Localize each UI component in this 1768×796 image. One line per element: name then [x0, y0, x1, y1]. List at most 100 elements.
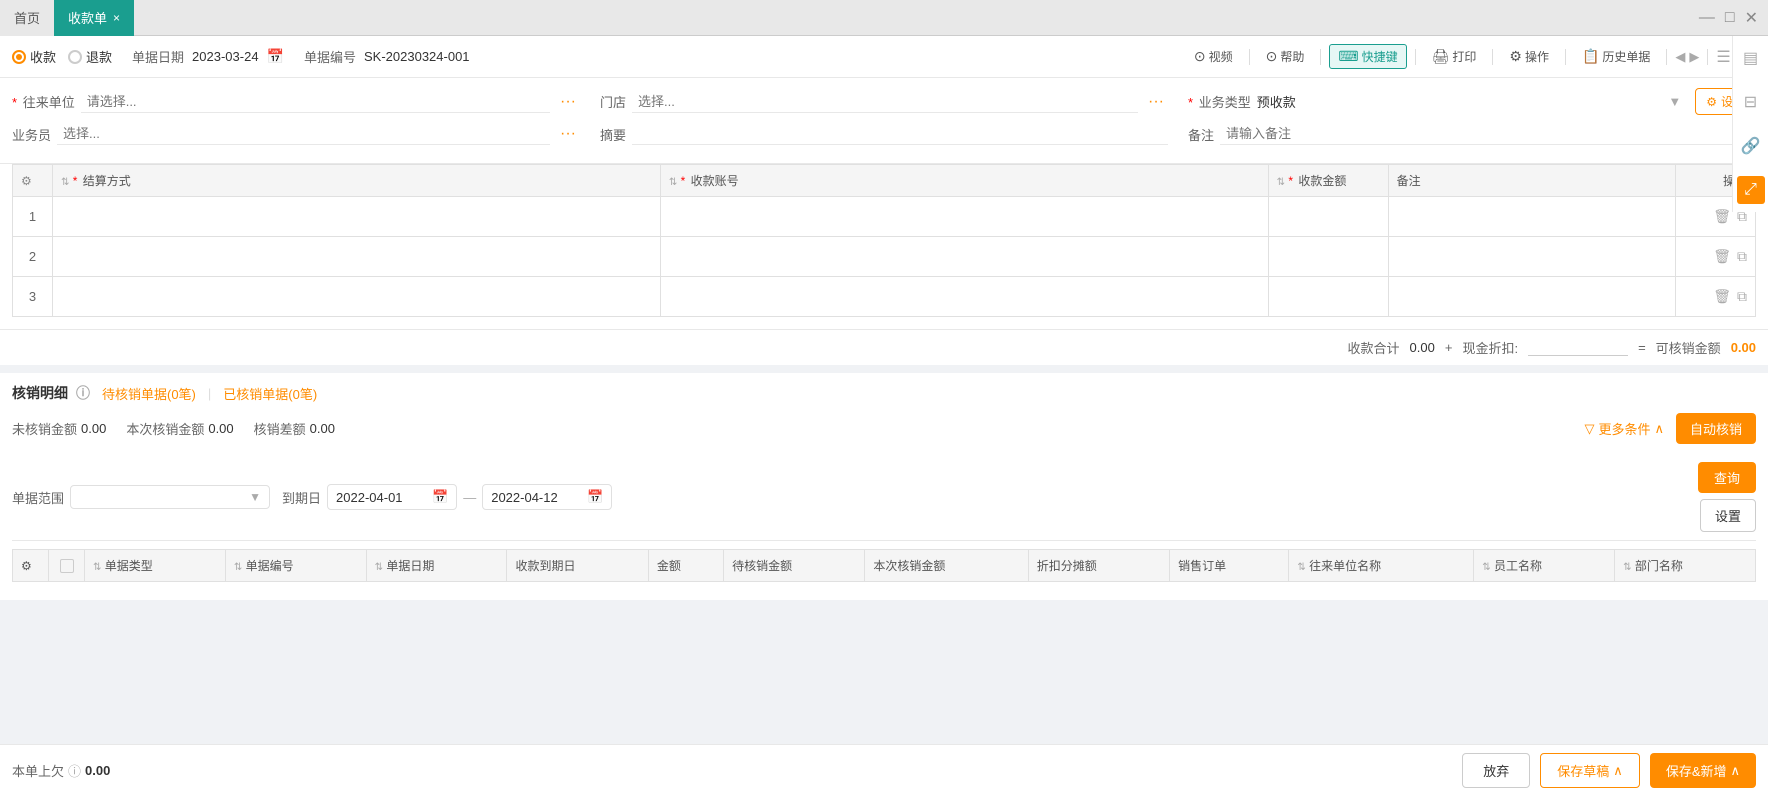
radio-receive[interactable]: 收款 — [12, 47, 56, 66]
btn-print[interactable]: 🖨 打印 — [1424, 45, 1485, 68]
summary-input[interactable] — [632, 123, 1168, 145]
doc-number-value: SK-20230324-001 — [364, 49, 470, 64]
cell-amount-2[interactable] — [1268, 237, 1388, 277]
info-icon[interactable]: ⓘ — [76, 383, 90, 403]
doc-range-select[interactable]: ▼ — [70, 485, 270, 509]
row-num-1: 1 — [13, 197, 53, 237]
save-new-button[interactable]: 保存&新增 ∧ — [1650, 753, 1756, 788]
copy-icon-3[interactable]: ⧉ — [1737, 288, 1747, 305]
stat-current: 本次核销金额 0.00 — [126, 419, 233, 438]
discount-input[interactable] — [1528, 340, 1628, 356]
btn-print-label: 打印 — [1452, 48, 1476, 65]
filter-actions: ▽ 更多条件 ∧ 自动核销 — [1584, 413, 1756, 444]
btn-history[interactable]: 📋 历史单据 — [1574, 45, 1658, 68]
cell-account-2[interactable] — [660, 237, 1268, 277]
data-table: ⚙ ⇅ * 结算方式 ⇅ * 收款账号 ⇅ * 收款 — [12, 164, 1756, 317]
minimize-icon[interactable]: — — [1699, 9, 1715, 27]
stat-unverified: 未核销金额 0.00 — [12, 419, 106, 438]
list-view-icon[interactable]: ☰ — [1716, 47, 1730, 67]
business-type-chevron[interactable]: ▼ — [1668, 94, 1681, 109]
delete-icon-2[interactable]: 🗑 — [1713, 248, 1731, 265]
remark-input[interactable] — [1220, 123, 1756, 145]
store-field: 门店 ··· — [600, 91, 1168, 113]
doc-number-info: 单据编号 SK-20230324-001 — [304, 47, 470, 66]
tab-active[interactable]: 收款单 × — [54, 0, 134, 36]
date-from-wrap: 📅 — [327, 484, 457, 510]
doc-range-field: 单据范围 ▼ — [12, 485, 270, 509]
help-icon: ⊙ — [1266, 48, 1278, 65]
cell-settlement-2[interactable] — [53, 237, 661, 277]
btn-operation[interactable]: ⚙ 操作 — [1501, 45, 1557, 68]
unverified-value: 0.00 — [81, 421, 106, 436]
tab-home[interactable]: 首页 — [0, 0, 54, 36]
cell-remark-2[interactable] — [1388, 237, 1675, 277]
store-input[interactable] — [632, 91, 1138, 113]
maximize-icon[interactable]: □ — [1725, 9, 1735, 27]
auto-verify-button[interactable]: 自动核销 — [1676, 413, 1756, 444]
date-to-input[interactable] — [491, 490, 581, 505]
remark-field: 备注 — [1188, 123, 1756, 145]
btn-video[interactable]: ⊙ 视频 — [1186, 45, 1241, 68]
tab-home-label: 首页 — [14, 8, 40, 27]
btn-history-label: 历史单据 — [1602, 48, 1650, 65]
query-button[interactable]: 查询 — [1698, 462, 1756, 493]
sidebar-doc-icon[interactable]: ⊟ — [1740, 88, 1761, 116]
cell-amount-3[interactable] — [1268, 277, 1388, 317]
tab-done[interactable]: 已核销单据(0笔) — [223, 384, 317, 403]
settings-button[interactable]: 设置 — [1700, 499, 1756, 532]
counterpart-field: * 往来单位 ··· — [12, 91, 580, 113]
copy-icon-2[interactable]: ⧉ — [1737, 248, 1747, 265]
cell-account-1[interactable] — [660, 197, 1268, 237]
radio-return[interactable]: 退款 — [68, 47, 112, 66]
sidebar-expand-icon[interactable]: ⤢ — [1737, 176, 1765, 204]
select-all-checkbox[interactable] — [60, 559, 74, 573]
more-conditions-btn[interactable]: ▽ 更多条件 ∧ — [1584, 419, 1664, 438]
table-settings-icon[interactable]: ⚙ — [21, 174, 32, 188]
delete-icon-3[interactable]: 🗑 — [1713, 288, 1731, 305]
abandon-button[interactable]: 放弃 — [1462, 753, 1530, 788]
calendar-from-icon[interactable]: 📅 — [432, 489, 448, 505]
counterpart-input[interactable] — [81, 91, 550, 113]
staff-input[interactable] — [57, 123, 550, 145]
divider3 — [1415, 49, 1416, 65]
payment-type-radio: 收款 退款 — [12, 47, 112, 66]
next-icon[interactable]: ▶ — [1689, 49, 1699, 65]
tab-close-icon[interactable]: × — [113, 11, 120, 25]
tab-active-label: 收款单 — [68, 8, 107, 27]
verify-settings-icon[interactable]: ⚙ — [21, 559, 32, 573]
toolbar-actions: ⊙ 视频 ⊙ 帮助 ⌨ 快捷键 🖨 打印 ⚙ 操作 — [1186, 44, 1756, 69]
form-row-1: * 往来单位 ··· 门店 ··· * 业务类型 预收款 ▼ — [12, 88, 1756, 115]
window-controls: — □ ✕ — [1699, 8, 1768, 28]
cell-settlement-1[interactable] — [53, 197, 661, 237]
cell-amount-1[interactable] — [1268, 197, 1388, 237]
cell-remark-3[interactable] — [1388, 277, 1675, 317]
date-from-input[interactable] — [336, 490, 426, 505]
sidebar-link-icon[interactable]: 🔗 — [1737, 132, 1765, 160]
btn-shortcut[interactable]: ⌨ 快捷键 — [1329, 44, 1406, 69]
staff-more-btn[interactable]: ··· — [556, 125, 580, 143]
btn-help[interactable]: ⊙ 帮助 — [1258, 45, 1313, 68]
close-icon[interactable]: ✕ — [1745, 8, 1758, 28]
plus-sign: + — [1445, 340, 1453, 355]
cell-account-3[interactable] — [660, 277, 1268, 317]
verification-header: 核销明细 ⓘ 待核销单据(0笔) | 已核销单据(0笔) — [12, 383, 1756, 403]
sidebar-table-icon[interactable]: ▤ — [1739, 44, 1762, 72]
delete-icon-1[interactable]: 🗑 — [1713, 208, 1731, 225]
calendar-to-icon[interactable]: 📅 — [587, 489, 603, 505]
save-draft-button[interactable]: 保存草稿 ∧ — [1540, 753, 1640, 788]
shortcut-icon: ⌨ — [1338, 48, 1358, 65]
cell-settlement-3[interactable] — [53, 277, 661, 317]
diff-label: 核销差额 — [254, 419, 306, 438]
calendar-icon[interactable]: 📅 — [267, 48, 284, 65]
counterpart-more-btn[interactable]: ··· — [556, 93, 580, 111]
business-type-value: 预收款 — [1257, 92, 1663, 111]
form-row-2: 业务员 ··· 摘要 备注 — [12, 123, 1756, 145]
prev-icon[interactable]: ◀ — [1675, 49, 1685, 65]
row-num-2: 2 — [13, 237, 53, 277]
cell-remark-1[interactable] — [1388, 197, 1675, 237]
radio-return-circle — [68, 50, 82, 64]
store-more-btn[interactable]: ··· — [1144, 93, 1168, 111]
tab-pending[interactable]: 待核销单据(0笔) — [102, 384, 196, 403]
summary-label: 摘要 — [600, 125, 626, 144]
summary-field: 摘要 — [600, 123, 1168, 145]
